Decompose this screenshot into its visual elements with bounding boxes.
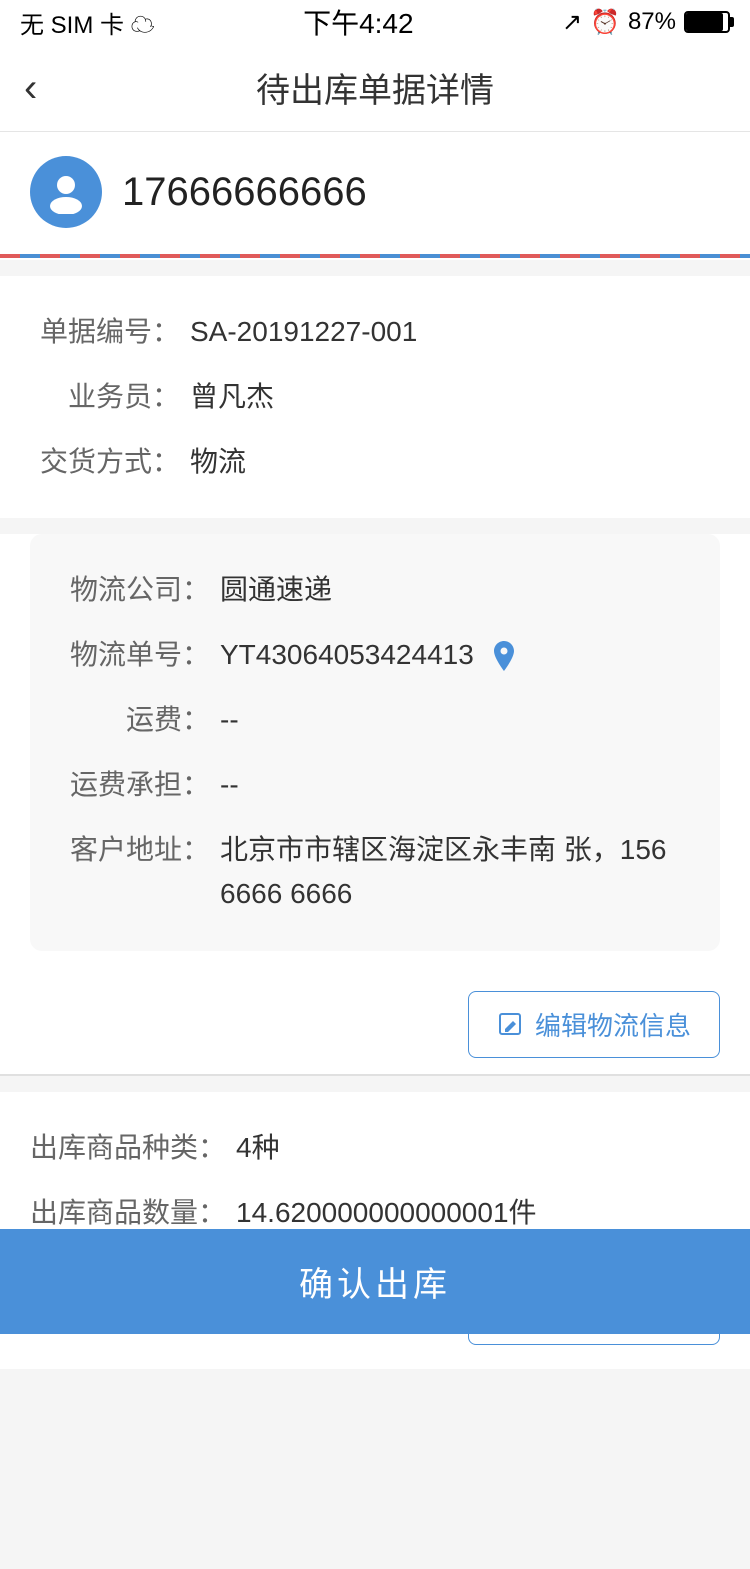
delivery-method-value: 物流 xyxy=(190,440,720,485)
doc-number-row: 单据编号： SA-20191227-001 xyxy=(30,300,720,365)
agent-label: 业务员： xyxy=(30,375,190,420)
page-title: 待出库单据详情 xyxy=(256,63,494,112)
logistics-section: 物流公司： 圆通速递 物流单号： YT43064053424413 运费： --… xyxy=(0,534,750,975)
status-right: ↗ ⏰ 87% xyxy=(562,8,730,37)
address-value: 北京市市辖区海淀区永丰南 张，156 6666 6666 xyxy=(220,828,690,918)
logistics-company-row: 物流公司： 圆通速递 xyxy=(60,558,690,623)
goods-types-label: 出库商品种类： xyxy=(30,1126,236,1171)
alarm-icon: ⏰ xyxy=(590,8,620,37)
customer-phone: 17666666666 xyxy=(122,170,367,215)
logistics-company-value: 圆通速递 xyxy=(220,568,690,613)
person-icon xyxy=(44,170,88,214)
customer-header: 17666666666 xyxy=(0,132,750,252)
doc-number-value: SA-20191227-001 xyxy=(190,310,720,355)
location-status-icon: ↗ xyxy=(562,8,582,37)
address-row: 客户地址： 北京市市辖区海淀区永丰南 张，156 6666 6666 xyxy=(60,818,690,928)
nav-bar: ‹ 待出库单据详情 xyxy=(0,44,750,132)
goods-types-value: 4种 xyxy=(236,1126,720,1171)
tracking-row: 物流单号： YT43064053424413 xyxy=(60,623,690,688)
sim-label: 无 SIM 卡 ☁ xyxy=(20,5,155,40)
freight-bearer-label: 运费承担： xyxy=(60,763,220,808)
doc-number-label: 单据编号： xyxy=(30,310,190,355)
edit-logistics-area: 编辑物流信息 xyxy=(0,975,750,1074)
freight-bearer-row: 运费承担： -- xyxy=(60,753,690,818)
confirm-button[interactable]: 确认出库 xyxy=(299,1266,451,1304)
tracking-label: 物流单号： xyxy=(60,633,220,678)
battery-icon xyxy=(684,11,730,33)
delivery-method-label: 交货方式： xyxy=(30,440,190,485)
freight-label: 运费： xyxy=(60,698,220,743)
dashed-divider xyxy=(0,252,750,260)
section-divider xyxy=(0,1074,750,1076)
agent-value: 曾凡杰 xyxy=(190,375,720,420)
status-time: 下午4:42 xyxy=(303,2,414,42)
tracking-value: YT43064053424413 xyxy=(220,633,690,678)
doc-info-section: 单据编号： SA-20191227-001 业务员： 曾凡杰 交货方式： 物流 xyxy=(0,276,750,518)
edit-logistics-button[interactable]: 编辑物流信息 xyxy=(468,991,720,1058)
edit-icon xyxy=(497,1011,525,1039)
agent-row: 业务员： 曾凡杰 xyxy=(30,365,720,430)
status-bar: 无 SIM 卡 ☁ 下午4:42 ↗ ⏰ 87% xyxy=(0,0,750,44)
logistics-card: 物流公司： 圆通速递 物流单号： YT43064053424413 运费： --… xyxy=(30,534,720,951)
confirm-btn-wrap[interactable]: 确认出库 xyxy=(0,1229,750,1334)
status-left: 无 SIM 卡 ☁ xyxy=(20,5,155,40)
delivery-method-row: 交货方式： 物流 xyxy=(30,430,720,495)
address-label: 客户地址： xyxy=(60,828,220,873)
freight-row: 运费： -- xyxy=(60,688,690,753)
freight-bearer-value: -- xyxy=(220,763,690,808)
battery-label: 87% xyxy=(628,8,676,36)
back-button[interactable]: ‹ xyxy=(24,68,37,108)
avatar xyxy=(30,156,102,228)
tracking-location-icon[interactable] xyxy=(486,638,522,674)
bottom-spacer xyxy=(0,1369,750,1569)
goods-types-row: 出库商品种类： 4种 xyxy=(30,1116,720,1181)
freight-value: -- xyxy=(220,698,690,743)
logistics-company-label: 物流公司： xyxy=(60,568,220,613)
